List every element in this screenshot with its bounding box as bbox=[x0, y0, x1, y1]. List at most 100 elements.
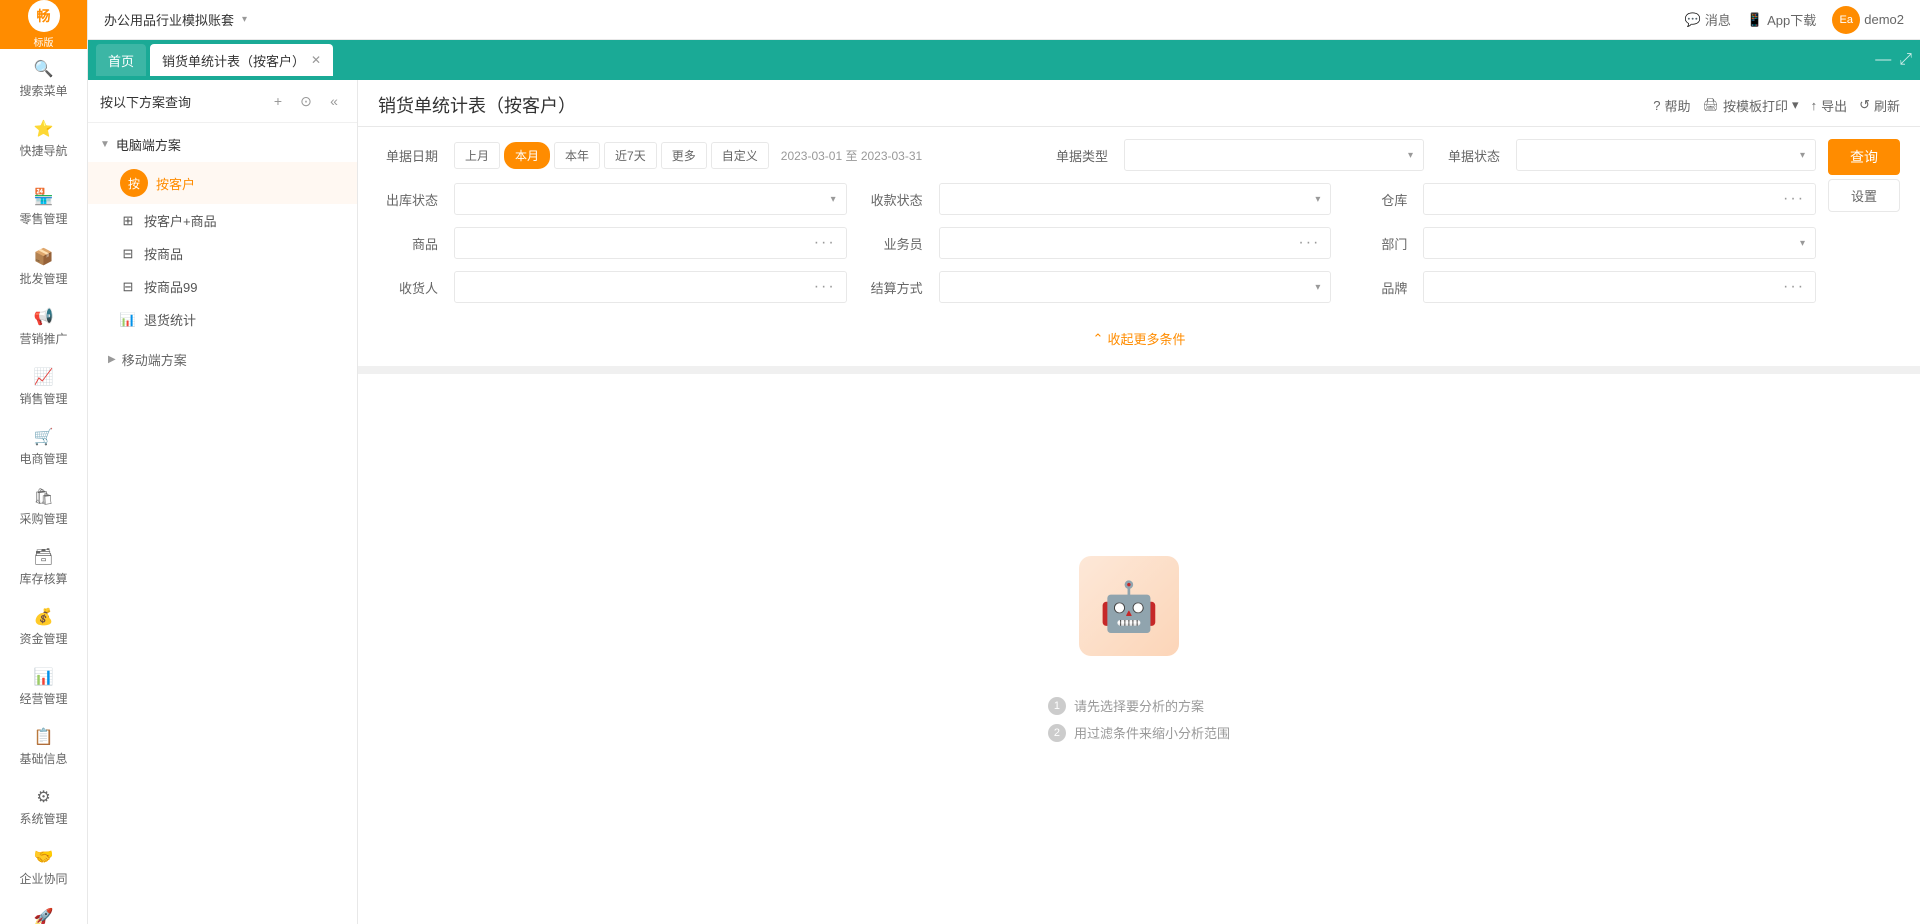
tab-bar: 首页 销货单统计表（按客户） ✕ — ⤢ bbox=[88, 40, 1920, 80]
tab-home[interactable]: 首页 bbox=[96, 44, 146, 76]
date-range-text: 2023-03-01 至 2023-03-31 bbox=[781, 147, 922, 164]
brand-select[interactable]: ··· bbox=[1423, 271, 1816, 303]
scheme-settings-btn[interactable]: ⊙ bbox=[295, 90, 317, 112]
out-status-label: 出库状态 bbox=[378, 190, 438, 209]
date-btn-7days[interactable]: 近7天 bbox=[604, 142, 657, 169]
export-icon: ↑ bbox=[1811, 98, 1818, 113]
bill-type-arrow: ▾ bbox=[1408, 150, 1413, 161]
payment-status-label: 收款状态 bbox=[863, 190, 923, 209]
sidebar-item-collab[interactable]: 🤝 企业协同 bbox=[0, 837, 88, 897]
dept-arrow: ▾ bbox=[1800, 238, 1805, 249]
empty-state-tips: 1 请先选择要分析的方案 2 用过滤条件来缩小分析范围 bbox=[1048, 696, 1230, 742]
guide-icon: 🚀 bbox=[34, 907, 54, 924]
scheme-group-mobile: ▶ 移动端方案 bbox=[88, 340, 357, 379]
sidebar-item-system[interactable]: ⚙ 系统管理 bbox=[0, 777, 88, 837]
main-area: 办公用品行业模拟账套 ▾ 💬 消息 📱 App下载 Ea demo2 首页 bbox=[88, 0, 1920, 924]
date-group: 上月 本月 本年 近7天 更多 自定义 2023-03-01 至 2023-03… bbox=[454, 142, 1032, 169]
bill-status-select[interactable]: ▾ bbox=[1516, 139, 1816, 171]
export-btn[interactable]: ↑ 导出 bbox=[1811, 96, 1848, 115]
warehouse-label: 仓库 bbox=[1347, 190, 1407, 209]
payment-status-select[interactable]: ▾ bbox=[939, 183, 1332, 215]
sidebar-item-guide[interactable]: 🚀 新手引导 bbox=[0, 897, 88, 924]
scheme-panel-header: 按以下方案查询 + ⊙ « bbox=[88, 80, 357, 123]
sidebar-item-purchase[interactable]: 🛍 采购管理 bbox=[0, 477, 88, 537]
salesman-select[interactable]: ··· bbox=[939, 227, 1332, 259]
scheme-item-by-goods99[interactable]: ⊟ 按商品99 bbox=[88, 270, 357, 303]
scheme-item-customer-goods[interactable]: ⊞ 按客户+商品 bbox=[88, 204, 357, 237]
help-btn[interactable]: ? 帮助 bbox=[1653, 96, 1690, 115]
refresh-btn[interactable]: ↺ 刷新 bbox=[1859, 96, 1900, 115]
message-btn[interactable]: 💬 消息 bbox=[1685, 10, 1731, 29]
receiver-select[interactable]: ··· bbox=[454, 271, 847, 303]
mobile-arrow-icon: ▶ bbox=[108, 354, 116, 365]
filter-row-1: 单据日期 上月 本月 本年 近7天 更多 自定义 2023-03-01 至 20… bbox=[378, 139, 1816, 171]
app-download-btn[interactable]: 📱 App下载 bbox=[1747, 10, 1816, 29]
date-btn-custom[interactable]: 自定义 bbox=[711, 142, 769, 169]
sidebar-item-quick[interactable]: ⭐ 快捷导航 bbox=[0, 109, 88, 169]
date-btn-this-month[interactable]: 本月 bbox=[504, 142, 550, 169]
sidebar-item-retail[interactable]: 🏪 零售管理 bbox=[0, 177, 88, 237]
sidebar-item-wholesale[interactable]: 📦 批发管理 bbox=[0, 237, 88, 297]
sidebar-item-marketing[interactable]: 📢 营销推广 bbox=[0, 297, 88, 357]
user-profile[interactable]: Ea demo2 bbox=[1832, 6, 1904, 34]
logo-icon: 畅 bbox=[28, 0, 60, 32]
filter-row-2: 出库状态 ▾ 收款状态 ▾ 仓库 bbox=[378, 183, 1816, 215]
sidebar-item-ecom[interactable]: 🛒 电商管理 bbox=[0, 417, 88, 477]
settlement-select[interactable]: ▾ bbox=[939, 271, 1332, 303]
filter-row-4: 收货人 ··· 结算方式 ▾ 品牌 bbox=[378, 271, 1816, 303]
scheme-collapse-btn[interactable]: « bbox=[323, 90, 345, 112]
return-stats-icon: 📊 bbox=[120, 312, 136, 328]
scheme-item-return-stats[interactable]: 📊 退货统计 bbox=[88, 303, 357, 336]
bill-type-select[interactable]: ▾ bbox=[1124, 139, 1424, 171]
message-icon: 💬 bbox=[1685, 12, 1701, 28]
sidebar-logo[interactable]: 畅 标版 bbox=[0, 0, 88, 49]
content-area: 按以下方案查询 + ⊙ « ▼ 电脑端方案 按 按客户 bbox=[88, 80, 1920, 924]
settings-button[interactable]: 设置 bbox=[1828, 179, 1900, 212]
goods-select[interactable]: ··· bbox=[454, 227, 847, 259]
tab-sales-stats[interactable]: 销货单统计表（按客户） ✕ bbox=[150, 44, 333, 76]
warehouse-select[interactable]: ··· bbox=[1423, 183, 1816, 215]
scheme-add-btn[interactable]: + bbox=[267, 90, 289, 112]
empty-box: 🤖 bbox=[1079, 556, 1179, 656]
collapse-btn[interactable]: ⌃ 收起更多条件 bbox=[1077, 323, 1202, 354]
scheme-item-by-goods[interactable]: ⊟ 按商品 bbox=[88, 237, 357, 270]
print-btn[interactable]: 🖨 按模板打印 ▾ bbox=[1703, 96, 1799, 115]
dept-select[interactable]: ▾ bbox=[1423, 227, 1816, 259]
sidebar-item-search[interactable]: 🔍 搜索菜单 bbox=[0, 49, 88, 109]
purchase-icon: 🛍 bbox=[34, 487, 54, 507]
expand-arrow-icon: ▼ bbox=[100, 139, 110, 150]
date-btn-more[interactable]: 更多 bbox=[661, 142, 707, 169]
date-btn-this-year[interactable]: 本年 bbox=[554, 142, 600, 169]
scheme-panel: 按以下方案查询 + ⊙ « ▼ 电脑端方案 按 按客户 bbox=[88, 80, 358, 924]
sidebar-item-inventory[interactable]: 🗃 库存核算 bbox=[0, 537, 88, 597]
query-button[interactable]: 查询 bbox=[1828, 139, 1900, 175]
brand-dots: ··· bbox=[1783, 278, 1805, 296]
tab-maximize-btn[interactable]: ⤢ bbox=[1899, 51, 1912, 69]
marketing-icon: 📢 bbox=[34, 307, 54, 327]
goods99-icon: ⊟ bbox=[120, 279, 136, 295]
brand-label: 品牌 bbox=[1347, 278, 1407, 297]
industry-selector[interactable]: 办公用品行业模拟账套 ▾ bbox=[104, 10, 247, 29]
industry-label: 办公用品行业模拟账套 bbox=[104, 10, 234, 29]
sidebar-item-operations[interactable]: 📊 经营管理 bbox=[0, 657, 88, 717]
industry-dropdown-arrow: ▾ bbox=[242, 14, 247, 25]
out-status-select[interactable]: ▾ bbox=[454, 183, 847, 215]
avatar: Ea bbox=[1832, 6, 1860, 34]
filter-area: 单据日期 上月 本月 本年 近7天 更多 自定义 2023-03-01 至 20… bbox=[358, 127, 1920, 366]
tab-minimize-btn[interactable]: — bbox=[1875, 51, 1891, 69]
scheme-item-by-customer[interactable]: 按 按客户 bbox=[88, 162, 357, 204]
scheme-group-mobile-header[interactable]: ▶ 移动端方案 bbox=[88, 344, 357, 375]
sidebar-item-basic[interactable]: 📋 基础信息 bbox=[0, 717, 88, 777]
sidebar: 畅 标版 🔍 搜索菜单 ⭐ 快捷导航 🏪 零售管理 📦 批发管理 📢 营销推广 … bbox=[0, 0, 88, 924]
tip-num-2: 2 bbox=[1048, 724, 1066, 742]
filter-side-actions: 查询 设置 bbox=[1816, 139, 1900, 315]
scheme-group-desktop-header[interactable]: ▼ 电脑端方案 bbox=[88, 127, 357, 162]
payment-status-arrow: ▾ bbox=[1315, 194, 1320, 205]
tab-close-btn[interactable]: ✕ bbox=[311, 53, 321, 67]
date-label: 单据日期 bbox=[378, 146, 438, 165]
user-name: demo2 bbox=[1864, 12, 1904, 27]
customer-goods-icon: ⊞ bbox=[120, 213, 136, 229]
sidebar-item-finance[interactable]: 💰 资金管理 bbox=[0, 597, 88, 657]
sidebar-item-sales[interactable]: 📈 销售管理 bbox=[0, 357, 88, 417]
date-btn-last-month[interactable]: 上月 bbox=[454, 142, 500, 169]
